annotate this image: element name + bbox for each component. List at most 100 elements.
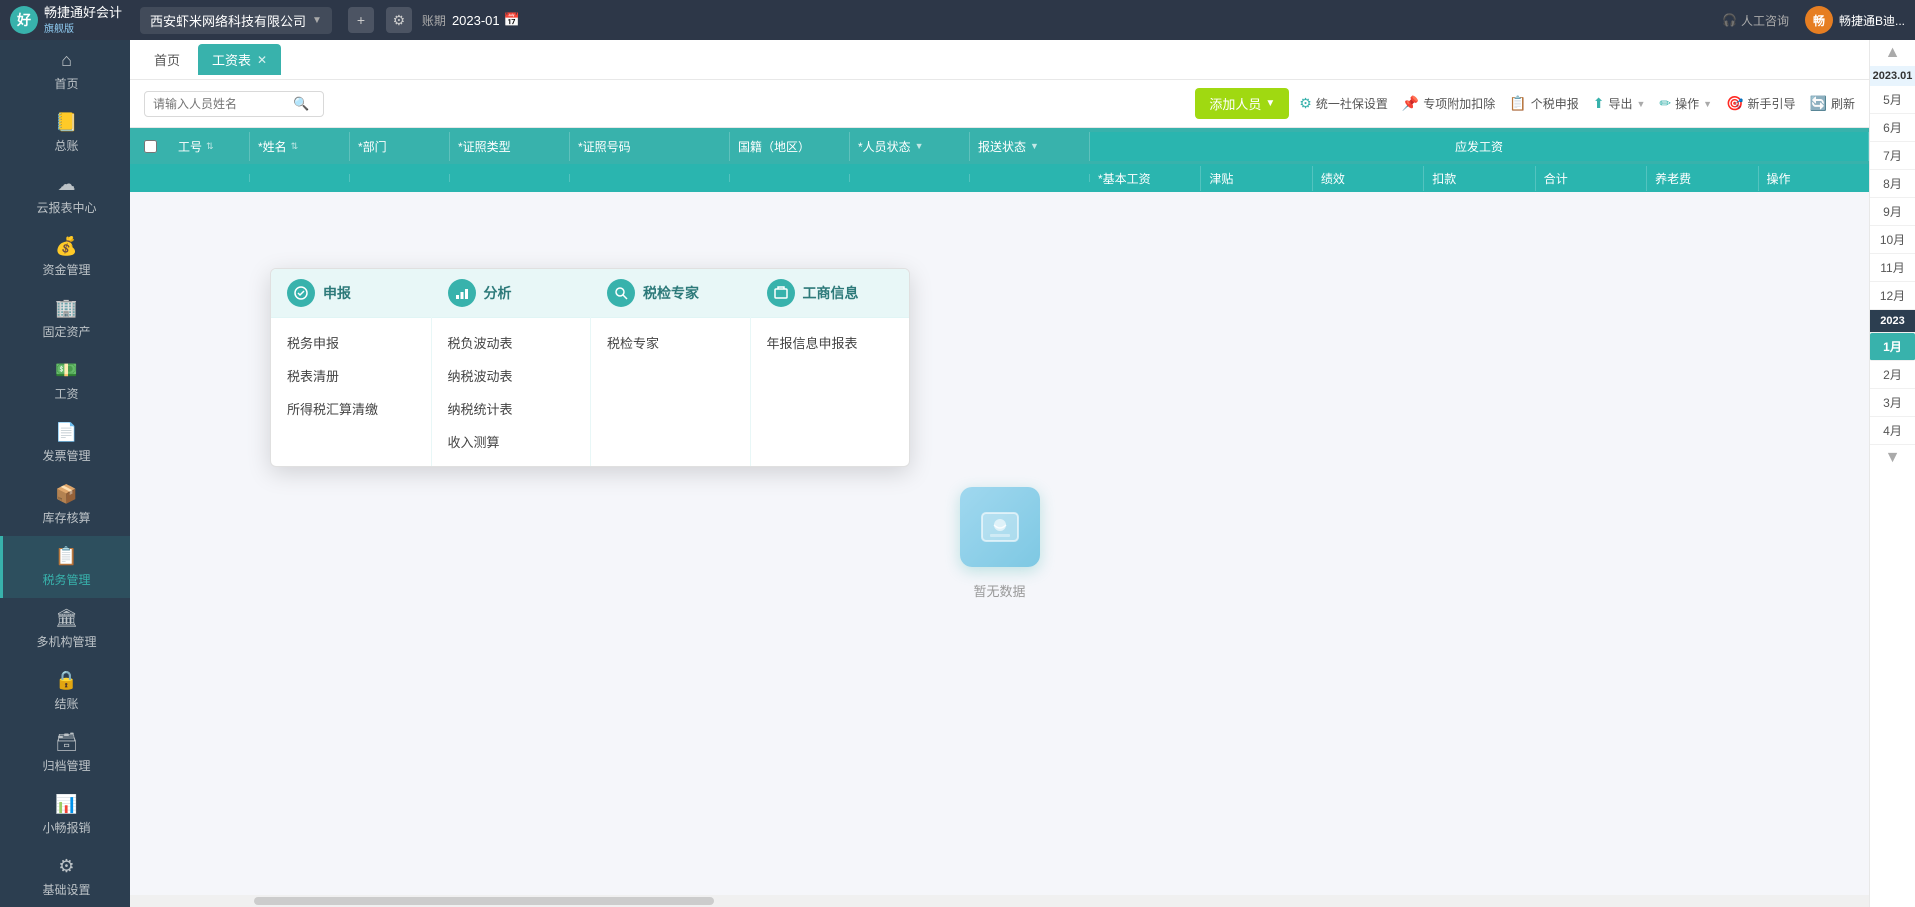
add-company-button[interactable]: +: [348, 7, 374, 33]
sidebar-item-fund[interactable]: 💰 资金管理: [0, 226, 130, 288]
ledger-icon: 📒: [55, 112, 77, 133]
th-report-status-filter-icon[interactable]: ▼: [1030, 141, 1039, 151]
income-tax-settlement-item[interactable]: 所得税汇算清缴: [271, 392, 431, 425]
sidebar-item-ledger[interactable]: 📒 总账: [0, 102, 130, 164]
th-salary-group: 应发工资: [1090, 132, 1869, 161]
income-estimate-item[interactable]: 收入测算: [432, 425, 591, 458]
special-deduction-icon: 📌: [1402, 95, 1419, 112]
user-info[interactable]: 畅 畅捷通B迪...: [1805, 6, 1905, 34]
th2-spacer3: [350, 174, 450, 182]
logo-icon: 好: [10, 6, 38, 34]
sidebar-item-report[interactable]: 📊 小畅报销: [0, 784, 130, 846]
special-deduction-button[interactable]: 📌 专项附加扣除: [1402, 95, 1495, 112]
logo-text-group: 畅捷通好会计 旗舰版: [44, 5, 122, 36]
search-input[interactable]: [153, 97, 293, 111]
top-bar: 好 畅捷通好会计 旗舰版 西安虾米网络科技有限公司 ▼ + ⚙ 账期 2023-…: [0, 0, 1915, 40]
popup-section-header-analysis: 分析: [432, 269, 591, 318]
sidebar-item-archive[interactable]: 🗃 归档管理: [0, 722, 130, 784]
tax-burden-item[interactable]: 税负波动表: [432, 326, 591, 359]
th2-spacer7: [850, 174, 970, 182]
rp-month-5[interactable]: 5月: [1870, 86, 1915, 114]
tab-home[interactable]: 首页: [140, 44, 194, 75]
th-status-filter-icon[interactable]: ▼: [915, 141, 924, 151]
th-name: *姓名 ⇅: [250, 132, 350, 161]
rp-month-1[interactable]: 1月: [1870, 333, 1915, 361]
sidebar-item-tax[interactable]: 📋 税务管理: [0, 536, 130, 598]
search-icon[interactable]: 🔍: [293, 96, 309, 112]
scrollbar-thumb[interactable]: [254, 897, 714, 905]
sidebar-item-cloud[interactable]: ☁ 云报表中心: [0, 164, 130, 226]
tax-payment-item[interactable]: 纳税波动表: [432, 359, 591, 392]
th2-performance: 绩效: [1313, 166, 1424, 191]
salary-icon: 💵: [55, 360, 77, 381]
main-body: 工号 ⇅ *姓名 ⇅ *部门 *证照类型 *证照号码: [130, 128, 1869, 907]
rp-month-8[interactable]: 8月: [1870, 170, 1915, 198]
sidebar-item-closing[interactable]: 🔒 结账: [0, 660, 130, 722]
popup-section-header-business: 工商信息: [751, 269, 910, 318]
tax-declaration-item[interactable]: 税务申报: [271, 326, 431, 359]
tax-expert-item[interactable]: 税检专家: [591, 326, 750, 359]
rp-month-11[interactable]: 11月: [1870, 254, 1915, 282]
sidebar-item-inventory[interactable]: 📦 库存核算: [0, 474, 130, 536]
special-deduction-label: 专项附加扣除: [1423, 95, 1495, 112]
closing-icon: 🔒: [55, 670, 77, 691]
rp-month-7[interactable]: 7月: [1870, 142, 1915, 170]
rp-month-2[interactable]: 2月: [1870, 361, 1915, 389]
company-name: 西安虾米网络科技有限公司: [150, 11, 306, 30]
rp-month-4[interactable]: 4月: [1870, 417, 1915, 445]
new-guide-button[interactable]: 🎯 新手引导: [1726, 95, 1795, 112]
sidebar-item-basic[interactable]: ⚙ 基础设置: [0, 846, 130, 907]
th-number-sort-icon[interactable]: ⇅: [206, 141, 214, 152]
sidebar-item-invoice[interactable]: 📄 发票管理: [0, 412, 130, 474]
cloud-icon: ☁: [58, 174, 76, 195]
sidebar: ⌂ 首页 📒 总账 ☁ 云报表中心 💰 资金管理 🏢 固定资产 💵 工资 📄 发…: [0, 40, 130, 907]
invoice-icon: 📄: [55, 422, 77, 443]
service-button[interactable]: 🎧 人工咨询: [1722, 12, 1789, 29]
th2-spacer1: [170, 174, 250, 182]
tab-close-icon[interactable]: ✕: [257, 53, 267, 67]
add-person-button[interactable]: 添加人员 ▼: [1195, 88, 1289, 119]
annual-report-item[interactable]: 年报信息申报表: [751, 326, 910, 359]
tax-stats-item[interactable]: 纳税统计表: [432, 392, 591, 425]
individual-tax-label: 个税申报: [1531, 95, 1579, 112]
sidebar-label-fund: 资金管理: [42, 261, 90, 278]
settings-button[interactable]: ⚙: [386, 7, 412, 33]
th2-total: 合计: [1536, 166, 1647, 191]
select-all-checkbox[interactable]: [144, 140, 157, 153]
tax-table-register-item[interactable]: 税表清册: [271, 359, 431, 392]
export-button[interactable]: ⬆ 导出 ▼: [1593, 95, 1646, 112]
tab-salary-table[interactable]: 工资表 ✕: [198, 44, 281, 75]
rp-month-10[interactable]: 10月: [1870, 226, 1915, 254]
rp-month-12[interactable]: 12月: [1870, 282, 1915, 310]
operation-icon: ✏: [1659, 95, 1671, 112]
declaration-items: 税务申报 税表清册 所得税汇算清缴: [271, 318, 431, 433]
add-person-label: 添加人员: [1209, 94, 1261, 113]
individual-tax-button[interactable]: 📋 个税申报: [1509, 95, 1578, 112]
th-name-sort-icon[interactable]: ⇅: [291, 141, 299, 152]
rp-month-3[interactable]: 3月: [1870, 389, 1915, 417]
sidebar-item-home[interactable]: ⌂ 首页: [0, 40, 130, 102]
sidebar-label-ledger: 总账: [54, 137, 78, 154]
th2-spacer8: [970, 174, 1090, 182]
sidebar-item-assets[interactable]: 🏢 固定资产: [0, 288, 130, 350]
rp-nav-down[interactable]: ▼: [1870, 445, 1915, 471]
company-selector[interactable]: 西安虾米网络科技有限公司 ▼: [140, 7, 332, 34]
rp-nav-up[interactable]: ▲: [1870, 40, 1915, 66]
refresh-button[interactable]: 🔄 刷新: [1810, 95, 1855, 112]
table-wrapper: 工号 ⇅ *姓名 ⇅ *部门 *证照类型 *证照号码: [130, 128, 1869, 895]
refresh-icon: 🔄: [1810, 95, 1827, 112]
rp-month-6[interactable]: 6月: [1870, 114, 1915, 142]
th-number-label: 工号: [178, 138, 202, 155]
sidebar-item-salary[interactable]: 💵 工资: [0, 350, 130, 412]
sidebar-item-multi[interactable]: 🏛 多机构管理: [0, 598, 130, 660]
th2-spacer6: [730, 174, 850, 182]
th-report-status: 报送状态 ▼: [970, 132, 1090, 161]
social-insurance-button[interactable]: ⚙ 统一社保设置: [1299, 95, 1388, 112]
rp-month-9[interactable]: 9月: [1870, 198, 1915, 226]
calendar-icon[interactable]: 📅: [504, 12, 520, 28]
th-department-label: *部门: [358, 138, 387, 155]
fund-icon: 💰: [55, 236, 77, 257]
assets-icon: 🏢: [55, 298, 77, 319]
operation-button[interactable]: ✏ 操作 ▼: [1659, 95, 1712, 112]
bottom-scrollbar[interactable]: [130, 895, 1869, 907]
